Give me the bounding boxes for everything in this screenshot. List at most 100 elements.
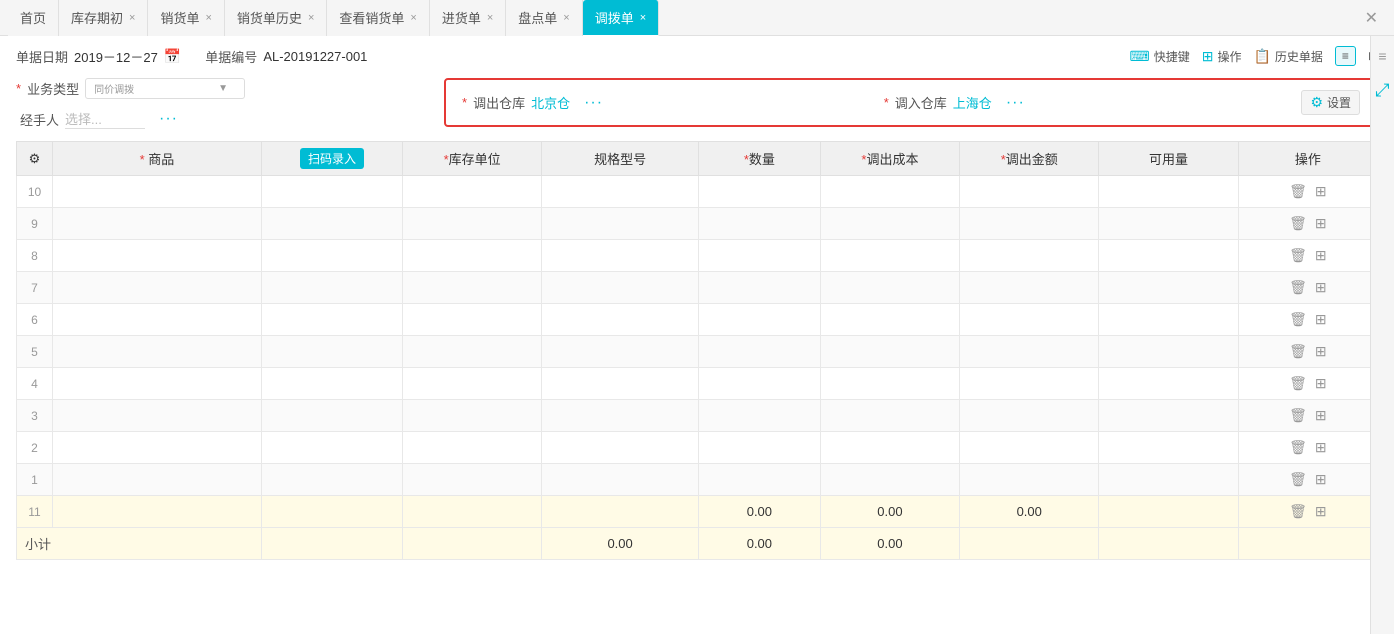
copy-icon-9[interactable]: ⊞ [1315,215,1327,232]
row-spec-5[interactable] [542,336,699,368]
row-amount-7[interactable] [960,272,1099,304]
row-spec-7[interactable] [542,272,699,304]
row-unit-2[interactable] [402,432,541,464]
row-amount-1[interactable] [960,464,1099,496]
tab-sales-history[interactable]: 销货单历史 × [225,0,327,36]
tab-close-transfer-order[interactable]: × [640,12,646,24]
row-unit-3[interactable] [402,400,541,432]
row-cost-6[interactable] [820,304,959,336]
row-spec-10[interactable] [542,176,699,208]
window-close-button[interactable]: ✕ [1361,4,1382,32]
row-amount-6[interactable] [960,304,1099,336]
delete-icon-10[interactable]: 🗑 [1289,183,1307,200]
row-qty-8[interactable] [698,240,820,272]
row-spec-4[interactable] [542,368,699,400]
delete-icon-4[interactable]: 🗑 [1289,375,1307,392]
row-product-6[interactable] [53,304,262,336]
tab-view-sales[interactable]: 查看销货单 × [327,0,429,36]
settings-button[interactable]: ⚙ 设置 [1301,90,1360,115]
row-cost-1[interactable] [820,464,959,496]
subtotal-copy-icon[interactable]: ⊞ [1315,503,1327,520]
row-cost-7[interactable] [820,272,959,304]
tab-transfer-order[interactable]: 调拨单 × [583,0,659,36]
row-unit-9[interactable] [402,208,541,240]
row-qty-9[interactable] [698,208,820,240]
delete-icon-5[interactable]: 🗑 [1289,343,1307,360]
row-cost-5[interactable] [820,336,959,368]
copy-icon-5[interactable]: ⊞ [1315,343,1327,360]
row-cost-10[interactable] [820,176,959,208]
row-amount-4[interactable] [960,368,1099,400]
row-qty-3[interactable] [698,400,820,432]
history-button[interactable]: 📋 历史单据 [1253,48,1322,65]
delete-icon-7[interactable]: 🗑 [1289,279,1307,296]
row-unit-4[interactable] [402,368,541,400]
delete-icon-8[interactable]: 🗑 [1289,247,1307,264]
tab-close-view-sales[interactable]: × [410,12,416,24]
row-amount-3[interactable] [960,400,1099,432]
row-product-7[interactable] [53,272,262,304]
row-unit-6[interactable] [402,304,541,336]
row-product-1[interactable] [53,464,262,496]
tab-close-sales-history[interactable]: × [308,12,314,24]
row-spec-8[interactable] [542,240,699,272]
tab-inventory-count[interactable]: 盘点单 × [506,0,582,36]
row-spec-3[interactable] [542,400,699,432]
delete-icon-9[interactable]: 🗑 [1289,215,1307,232]
row-cost-8[interactable] [820,240,959,272]
row-qty-7[interactable] [698,272,820,304]
copy-icon-10[interactable]: ⊞ [1315,183,1327,200]
sidebar-expand-icon[interactable]: ⤢ [1371,76,1393,105]
in-warehouse-more[interactable]: ··· [1006,94,1025,112]
row-cost-3[interactable] [820,400,959,432]
copy-icon-6[interactable]: ⊞ [1315,311,1327,328]
row-qty-5[interactable] [698,336,820,368]
copy-icon-7[interactable]: ⊞ [1315,279,1327,296]
copy-icon-8[interactable]: ⊞ [1315,247,1327,264]
row-qty-1[interactable] [698,464,820,496]
tab-purchase-order[interactable]: 进货单 × [430,0,506,36]
row-amount-8[interactable] [960,240,1099,272]
row-spec-6[interactable] [542,304,699,336]
row-product-2[interactable] [53,432,262,464]
row-spec-9[interactable] [542,208,699,240]
row-product-8[interactable] [53,240,262,272]
business-type-dropdown[interactable]: 同价调拨 ▼ [85,78,245,99]
row-spec-2[interactable] [542,432,699,464]
scan-button[interactable]: 扫码录入 [300,148,364,169]
row-qty-4[interactable] [698,368,820,400]
tab-home[interactable]: 首页 [8,0,59,36]
tab-sales-order[interactable]: 销货单 × [148,0,224,36]
row-unit-8[interactable] [402,240,541,272]
row-spec-1[interactable] [542,464,699,496]
row-qty-10[interactable] [698,176,820,208]
delete-icon-6[interactable]: 🗑 [1289,311,1307,328]
shortcuts-button[interactable]: ⌨ 快捷键 [1129,48,1189,65]
row-cost-9[interactable] [820,208,959,240]
delete-icon-1[interactable]: 🗑 [1289,471,1307,488]
delete-icon-3[interactable]: 🗑 [1289,407,1307,424]
th-scan[interactable]: 扫码录入 [261,142,402,176]
subtotal-delete-icon[interactable]: 🗑 [1289,503,1307,520]
row-product-4[interactable] [53,368,262,400]
row-unit-5[interactable] [402,336,541,368]
row-amount-9[interactable] [960,208,1099,240]
operations-button[interactable]: ⊞ 操作 [1202,48,1242,65]
tab-close-inventory-init[interactable]: × [129,12,135,24]
person-placeholder[interactable]: 选择... [65,109,145,129]
row-qty-2[interactable] [698,432,820,464]
copy-icon-3[interactable]: ⊞ [1315,407,1327,424]
tab-close-inventory-count[interactable]: × [563,12,569,24]
tab-close-sales-order[interactable]: × [205,12,211,24]
copy-icon-1[interactable]: ⊞ [1315,471,1327,488]
tab-inventory-init[interactable]: 库存期初 × [59,0,148,36]
row-product-3[interactable] [53,400,262,432]
out-warehouse-more[interactable]: ··· [584,94,603,112]
sidebar-list-icon[interactable]: ≡ [1374,44,1390,68]
delete-icon-2[interactable]: 🗑 [1289,439,1307,456]
row-amount-5[interactable] [960,336,1099,368]
row-product-9[interactable] [53,208,262,240]
tab-close-purchase-order[interactable]: × [487,12,493,24]
layout-list-button[interactable]: ≡ [1335,46,1356,66]
row-unit-10[interactable] [402,176,541,208]
